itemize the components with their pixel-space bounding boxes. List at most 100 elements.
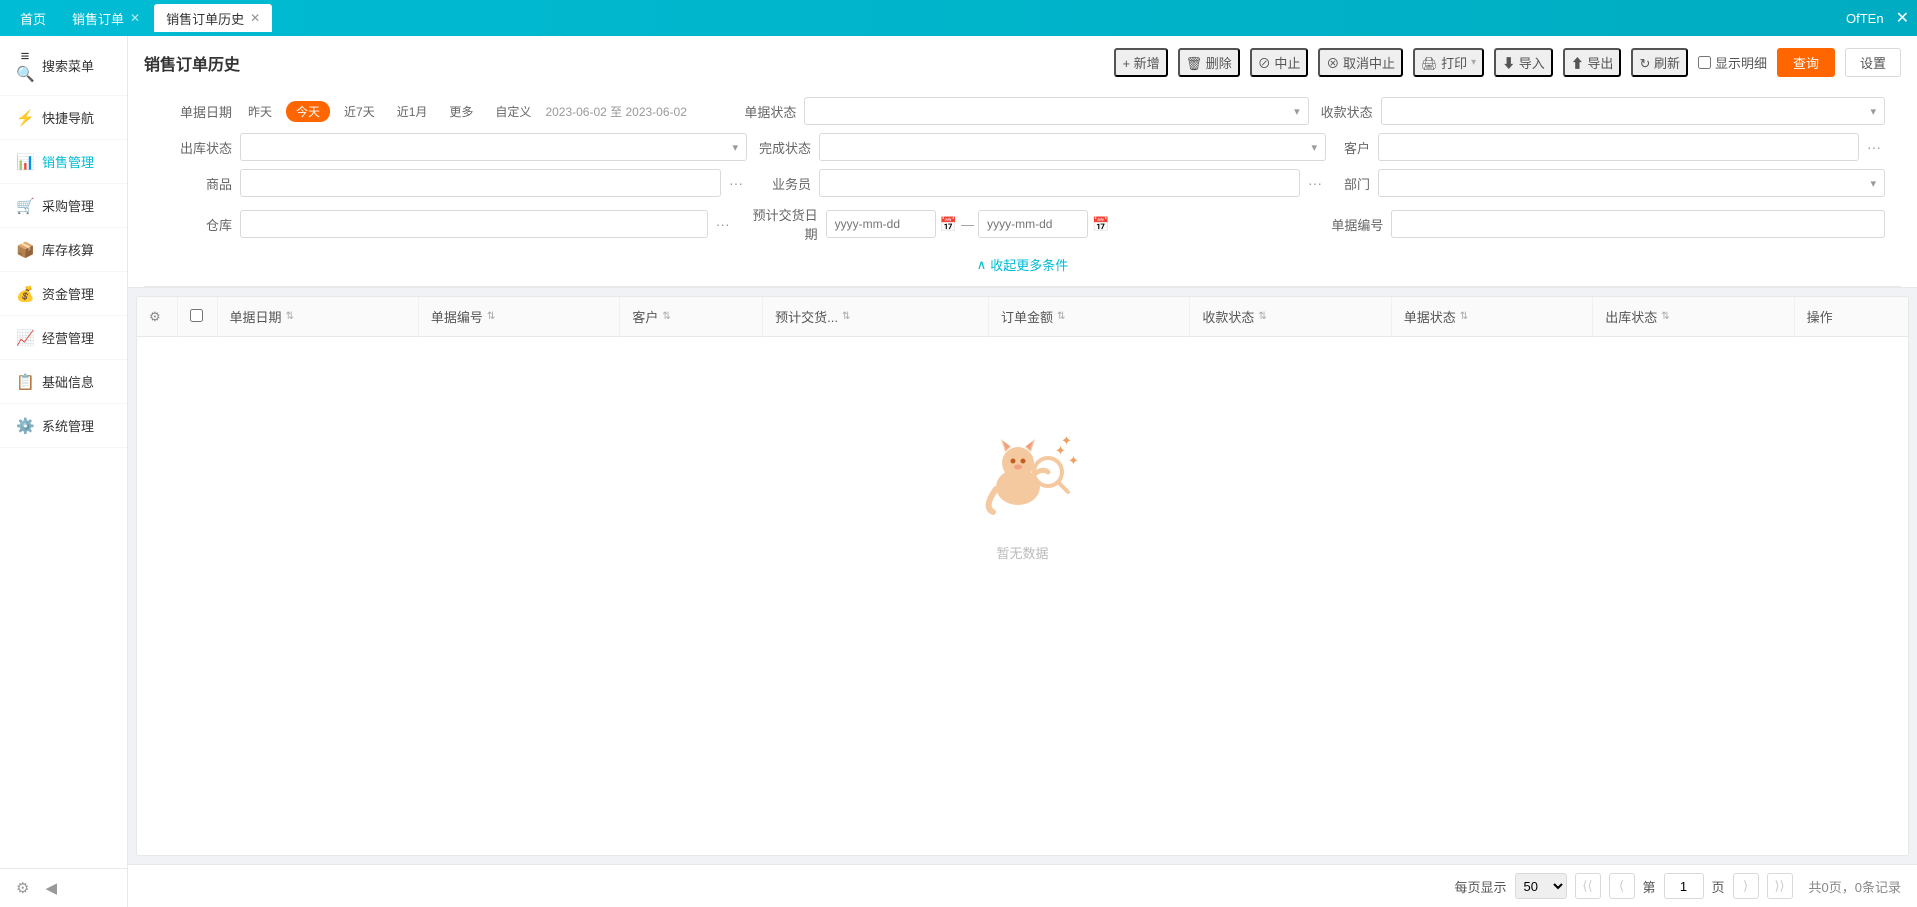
sort-amount[interactable]: 订单金额 ⇅ (1001, 307, 1177, 326)
sidebar-item-basic-info[interactable]: 📋 基础信息 (0, 360, 127, 404)
sort-bill-no[interactable]: 单据编号 ⇅ (431, 307, 607, 326)
page-number-input[interactable] (1664, 873, 1704, 899)
export-button[interactable]: ⬆ 导出 (1563, 48, 1622, 77)
tab-sales-order-close[interactable]: ✕ (130, 11, 140, 25)
sidebar-item-sys-mgmt[interactable]: ⚙️ 系统管理 (0, 404, 127, 448)
date-more-btn[interactable]: 更多 (441, 101, 481, 122)
display-cols-input[interactable] (1698, 56, 1711, 69)
th-checkbox (177, 297, 217, 337)
sort-payment-status[interactable]: 收款状态 ⇅ (1202, 307, 1378, 326)
date-today-btn[interactable]: 今天 (286, 101, 330, 122)
date-yesterday-btn[interactable]: 昨天 (240, 101, 280, 122)
delivery-date-from-cal-icon[interactable]: 📅 (940, 216, 957, 233)
warehouse-dots-btn[interactable]: ··· (712, 216, 734, 232)
delivery-date-label: 预计交货日期 (746, 205, 826, 243)
dept-chevron-icon: ▾ (1870, 177, 1876, 190)
payment-status-label: 收款状态 (1321, 102, 1381, 121)
delivery-date-to-cal-icon[interactable]: 📅 (1092, 216, 1109, 233)
filter-row-1: 单据日期 昨天 今天 近7天 近1月 更多 自定义 2023-06-02 至 2… (160, 97, 1885, 125)
page-header: 销售订单历史 + 新增 🗑 删除 ⊘ 中止 ⊗ 取消中止 🖨 (128, 36, 1917, 288)
sort-out-status-icon: ⇅ (1661, 311, 1669, 322)
dept-select[interactable]: ▾ (1378, 169, 1885, 197)
sidebar-item-purchase-mgmt[interactable]: 🛒 采购管理 (0, 184, 127, 228)
sidebar-item-inventory[interactable]: 📦 库存核算 (0, 228, 127, 272)
out-status-label: 出库状态 (160, 138, 240, 157)
warehouse-input[interactable] (240, 210, 708, 238)
cancel-stop-button[interactable]: ⊗ 取消中止 (1318, 48, 1403, 77)
th-actions-label: 操作 (1807, 310, 1833, 325)
date-label: 单据日期 (160, 102, 240, 121)
settings-gear-icon[interactable]: ⚙ (149, 309, 161, 324)
sort-customer[interactable]: 客户 ⇅ (632, 307, 750, 326)
prev-page-btn[interactable]: ⟨ (1609, 873, 1635, 899)
page-size-select[interactable]: 50 10 20 100 (1515, 873, 1567, 899)
display-cols-checkbox[interactable]: 显示明细 (1698, 53, 1767, 72)
tab-sales-order-label: 销售订单 (72, 9, 124, 28)
delete-button[interactable]: 🗑 删除 (1178, 48, 1240, 77)
settings-button[interactable]: 设置 (1845, 48, 1901, 77)
operations-icon: 📈 (16, 329, 34, 347)
stop-button[interactable]: ⊘ 中止 (1250, 48, 1309, 77)
payment-status-chevron-icon: ▾ (1870, 105, 1876, 118)
th-date-label: 单据日期 (230, 307, 282, 326)
new-button[interactable]: + 新增 (1114, 48, 1167, 77)
first-page-btn[interactable]: ⟨⟨ (1575, 873, 1601, 899)
query-button[interactable]: 查询 (1777, 48, 1835, 77)
sort-date[interactable]: 单据日期 ⇅ (230, 307, 406, 326)
display-cols-label: 显示明细 (1715, 53, 1767, 72)
empty-illustration: ✦ ✦ ✦ (963, 417, 1083, 531)
new-label: + 新增 (1122, 53, 1159, 72)
last-page-btn[interactable]: ⟩⟩ (1767, 873, 1793, 899)
sort-delivery-date[interactable]: 预计交货... ⇅ (775, 307, 976, 326)
sidebar-item-search-menu-label: 搜索菜单 (42, 56, 94, 75)
th-date: 单据日期 ⇅ (217, 297, 418, 337)
tab-bar: 首页 销售订单 ✕ 销售订单历史 ✕ (8, 4, 1846, 32)
customer-input[interactable] (1378, 133, 1859, 161)
print-button[interactable]: 🖨 打印 ▾ (1413, 48, 1484, 77)
tab-sales-history[interactable]: 销售订单历史 ✕ (154, 4, 272, 32)
empty-svg: ✦ ✦ ✦ (963, 417, 1083, 517)
table-container: ⚙ 单据日期 ⇅ 单据编号 (136, 296, 1909, 856)
delivery-date-from-input[interactable] (826, 210, 936, 238)
collapse-row[interactable]: ∧ 收起更多条件 (160, 251, 1885, 276)
sidebar-settings-icon[interactable]: ⚙ (16, 879, 29, 897)
import-button[interactable]: ⬇ 导入 (1494, 48, 1553, 77)
topbar-close-icon[interactable]: ✕ (1896, 8, 1909, 28)
date-7days-btn[interactable]: 近7天 (336, 101, 383, 122)
sort-payment-status-icon: ⇅ (1258, 311, 1266, 322)
date-1month-btn[interactable]: 近1月 (389, 101, 436, 122)
complete-status-select[interactable]: ▾ (819, 133, 1326, 161)
th-amount: 订单金额 ⇅ (988, 297, 1189, 337)
sort-out-status[interactable]: 出库状态 ⇅ (1605, 307, 1781, 326)
goods-input[interactable] (240, 169, 721, 197)
inventory-icon: 📦 (16, 241, 34, 259)
delete-label: 🗑 删除 (1186, 53, 1232, 72)
bill-status-select[interactable]: ▾ (804, 97, 1308, 125)
th-out-status-label: 出库状态 (1605, 307, 1657, 326)
customer-dots-btn[interactable]: ··· (1863, 139, 1885, 155)
sidebar-item-sales-mgmt[interactable]: 📊 销售管理 (0, 140, 127, 184)
sidebar-item-finance[interactable]: 💰 资金管理 (0, 272, 127, 316)
delivery-date-to-input[interactable] (978, 210, 1088, 238)
date-range-btns: 昨天 今天 近7天 近1月 更多 自定义 (240, 101, 539, 122)
next-page-btn[interactable]: ⟩ (1733, 873, 1759, 899)
out-status-select[interactable]: ▾ (240, 133, 747, 161)
sort-bill-status[interactable]: 单据状态 ⇅ (1404, 307, 1580, 326)
sidebar-collapse-icon[interactable]: ◀ (45, 879, 57, 897)
salesman-input[interactable] (819, 169, 1300, 197)
sidebar-item-operations[interactable]: 📈 经营管理 (0, 316, 127, 360)
salesman-dots-btn[interactable]: ··· (1304, 175, 1326, 191)
goods-dots-btn[interactable]: ··· (725, 175, 747, 191)
tab-home[interactable]: 首页 (8, 4, 58, 32)
payment-status-select[interactable]: ▾ (1381, 97, 1885, 125)
th-customer: 客户 ⇅ (620, 297, 763, 337)
select-all-checkbox[interactable] (190, 309, 203, 322)
tab-sales-history-close[interactable]: ✕ (250, 11, 260, 25)
sidebar-item-search-menu[interactable]: ≡🔍 搜索菜单 (0, 36, 127, 96)
sidebar: ≡🔍 搜索菜单 ⚡ 快捷导航 📊 销售管理 🛒 采购管理 📦 库存核算 💰 资金… (0, 36, 128, 907)
sidebar-item-quick-nav[interactable]: ⚡ 快捷导航 (0, 96, 127, 140)
bill-no-input[interactable] (1391, 210, 1885, 238)
refresh-button[interactable]: ↻ 刷新 (1631, 48, 1688, 77)
tab-sales-order[interactable]: 销售订单 ✕ (60, 4, 152, 32)
date-custom-btn[interactable]: 自定义 (487, 101, 539, 122)
